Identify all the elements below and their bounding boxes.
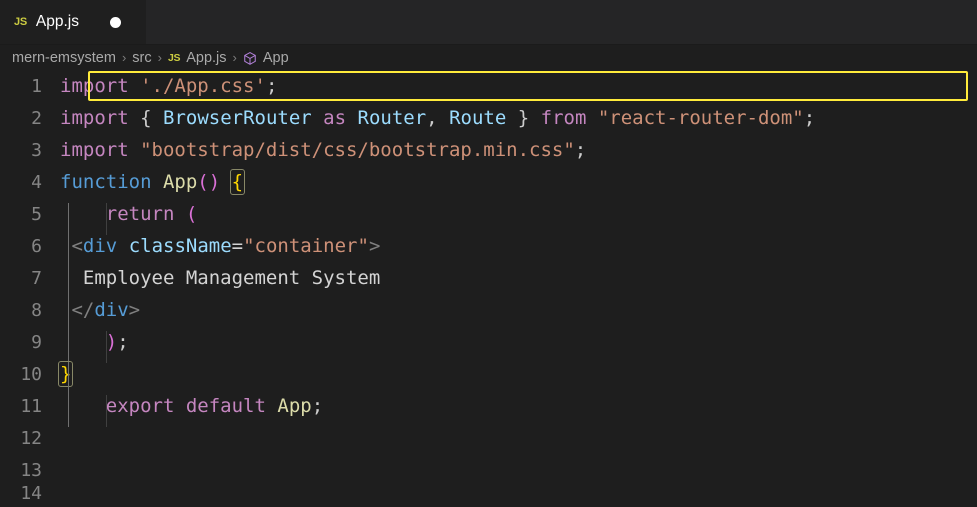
breadcrumb-separator-icon: › [232, 50, 237, 65]
breadcrumb-item-src[interactable]: src [132, 50, 151, 66]
code-line-content[interactable]: } [57, 361, 977, 395]
code-line[interactable]: 10 } [0, 358, 977, 395]
breadcrumb-separator-icon: › [121, 50, 127, 65]
code-line-content[interactable]: <div className="container"> [60, 235, 977, 267]
code-line[interactable]: 7 Employee Management System [0, 262, 977, 299]
code-line-content[interactable]: </div> [60, 299, 977, 331]
code-line[interactable]: 1 import './App.css'; [0, 70, 977, 102]
line-number: 8 [31, 299, 42, 321]
code-line[interactable]: 13 [0, 454, 977, 486]
breadcrumb-label: src [132, 49, 152, 66]
line-number: 13 [20, 459, 42, 481]
line-number: 1 [31, 75, 42, 97]
line-number: 6 [31, 235, 42, 257]
breadcrumb-separator-icon: › [157, 50, 162, 65]
code-line[interactable]: 11 export default App; [0, 390, 977, 427]
bracket-match-open: { [229, 169, 246, 195]
line-number: 7 [31, 267, 42, 289]
code-line-highlighted[interactable]: 2 import { BrowserRouter as Router, Rout… [0, 102, 977, 134]
breadcrumb-item-app-js[interactable]: JS App.js [168, 50, 227, 66]
tab-app-js[interactable]: JS App.js [0, 0, 146, 44]
breadcrumb-label: App.js [186, 49, 227, 66]
code-line-content[interactable]: import { BrowserRouter as Router, Route … [60, 107, 977, 129]
breadcrumb: mern-emsystem › src › JS App.js › App [0, 45, 977, 70]
line-number: 14 [20, 486, 42, 500]
code-line-content[interactable]: import "bootstrap/dist/css/bootstrap.min… [60, 139, 977, 161]
symbol-function-cube-icon [243, 51, 257, 66]
line-number: 11 [20, 395, 42, 417]
code-line[interactable]: 3 import "bootstrap/dist/css/bootstrap.m… [0, 134, 977, 166]
breadcrumb-item-mern-emsystem[interactable]: mern-emsystem [12, 50, 116, 66]
editor-tab-bar: JS App.js [0, 0, 977, 45]
code-line[interactable]: 8 </div> [0, 294, 977, 331]
code-line-content[interactable]: import './App.css'; [60, 75, 977, 97]
line-number: 9 [31, 331, 42, 353]
javascript-file-icon: JS [14, 16, 27, 28]
bracket-match-close: } [57, 361, 74, 387]
vscode-editor-window: JS App.js mern-emsystem › src › JS App.j… [0, 0, 977, 507]
javascript-file-icon: JS [167, 51, 181, 64]
code-line-content[interactable]: ); [60, 331, 977, 363]
code-line-content[interactable]: Employee Management System [60, 267, 977, 299]
code-line[interactable]: 14 [0, 486, 977, 500]
line-number: 2 [31, 107, 42, 129]
code-line[interactable]: 9 ); [0, 326, 977, 363]
breadcrumb-item-app-symbol[interactable]: App [243, 50, 289, 66]
code-line-content[interactable]: return ( [60, 203, 977, 235]
breadcrumb-label: App [262, 49, 289, 66]
code-line[interactable]: 12 [0, 422, 977, 454]
unsaved-changes-dot-icon[interactable] [109, 16, 121, 28]
line-number: 5 [31, 203, 42, 225]
line-number: 12 [20, 427, 42, 449]
code-line[interactable]: 5 return ( [0, 198, 977, 235]
breadcrumb-label: mern-emsystem [12, 49, 116, 66]
code-line-content[interactable]: function App() { [60, 169, 977, 195]
code-line[interactable]: 6 <div className="container"> [0, 230, 977, 267]
line-number: 3 [31, 139, 42, 161]
code-line-content[interactable]: export default App; [60, 395, 977, 427]
code-editor-area[interactable]: 1 import './App.css'; 2 import { Browser… [0, 70, 977, 507]
line-number: 10 [20, 363, 42, 385]
tab-title: App.js [35, 13, 79, 30]
line-number: 4 [31, 171, 42, 193]
code-line[interactable]: 4 function App() { [0, 166, 977, 198]
